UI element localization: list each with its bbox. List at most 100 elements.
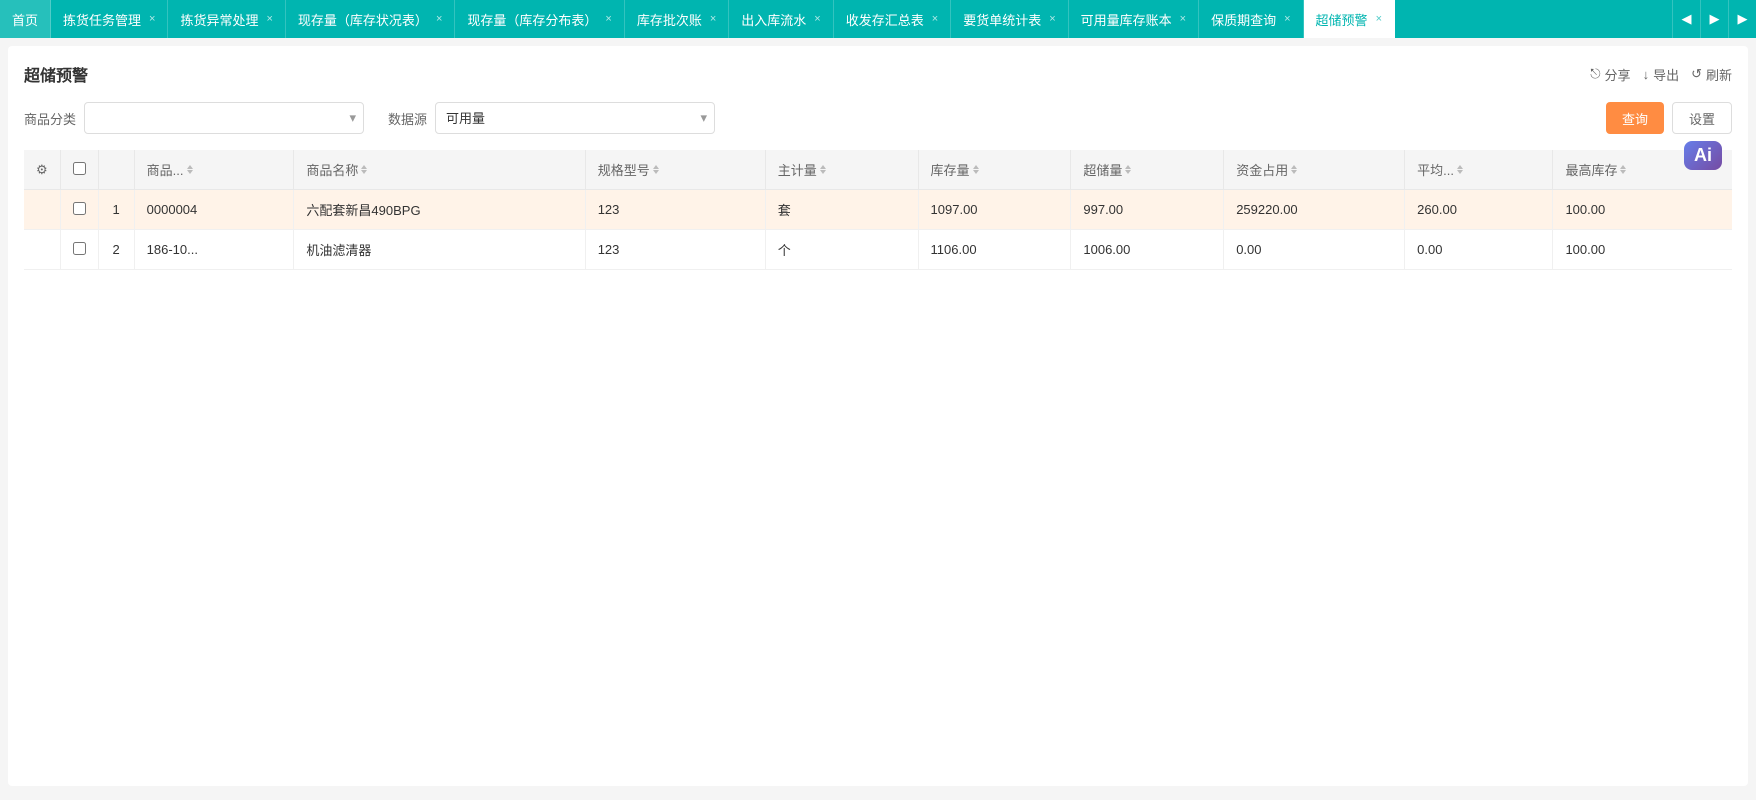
nav-req-stats[interactable]: 要货单统计表 × bbox=[951, 0, 1068, 38]
data-table: ⚙ 商品... 商品名称 bbox=[24, 150, 1732, 270]
nav-inventory-dist-label: 现存量（库存分布表） bbox=[467, 10, 597, 29]
th-capital-label: 资金占用 bbox=[1236, 160, 1288, 179]
spec-sort-icon bbox=[653, 165, 659, 174]
nav-summary[interactable]: 收发存汇总表 × bbox=[834, 0, 951, 38]
row2-checkbox[interactable] bbox=[73, 242, 86, 255]
data-source-select[interactable]: 可用量 库存量 bbox=[435, 102, 715, 134]
row2-checkbox-cell[interactable] bbox=[60, 230, 98, 270]
nav-shelf-life-label: 保质期查询 bbox=[1211, 10, 1276, 29]
nav-batch-account[interactable]: 库存批次账 × bbox=[625, 0, 729, 38]
th-stock-label: 库存量 bbox=[931, 160, 970, 179]
nav-shelf-life-close[interactable]: × bbox=[1284, 13, 1290, 25]
th-product-code-sort[interactable]: 商品... bbox=[147, 160, 193, 179]
nav-task-mgmt-close[interactable]: × bbox=[149, 13, 155, 25]
th-checkbox[interactable] bbox=[60, 150, 98, 190]
main-content: 超储预警 ⎋ 分享 ↓ 导出 ↺ 刷新 商品分类 ▾ bbox=[8, 46, 1748, 786]
product-name-sort-icon bbox=[361, 165, 367, 174]
product-code-sort-icon bbox=[187, 165, 193, 174]
query-button[interactable]: 查询 bbox=[1606, 102, 1664, 134]
th-stock[interactable]: 库存量 bbox=[918, 150, 1071, 190]
row1-checkbox-cell[interactable] bbox=[60, 190, 98, 230]
nav-task-mgmt[interactable]: 拣货任务管理 × bbox=[51, 0, 168, 38]
nav-overstock[interactable]: 超储预警 × bbox=[1304, 0, 1395, 38]
nav-exception[interactable]: 拣货异常处理 × bbox=[168, 0, 285, 38]
th-stock-sort[interactable]: 库存量 bbox=[931, 160, 979, 179]
page-header: 超储预警 ⎋ 分享 ↓ 导出 ↺ 刷新 bbox=[24, 62, 1732, 86]
row1-avg: 260.00 bbox=[1405, 190, 1553, 230]
filter-bar: 商品分类 ▾ 数据源 可用量 库存量 ▾ 查询 设置 bbox=[24, 102, 1732, 134]
nav-home[interactable]: 首页 bbox=[0, 0, 51, 38]
nav-inout-flow-close[interactable]: × bbox=[814, 13, 820, 25]
nav-expand-arrow[interactable]: ▶ bbox=[1728, 0, 1756, 38]
row1-checkbox[interactable] bbox=[73, 202, 86, 215]
th-unit[interactable]: 主计量 bbox=[765, 150, 918, 190]
refresh-button[interactable]: ↺ 刷新 bbox=[1691, 65, 1732, 84]
refresh-icon: ↺ bbox=[1691, 66, 1702, 82]
capital-sort-icon bbox=[1291, 165, 1297, 174]
gear-icon: ⚙ bbox=[36, 162, 48, 177]
nav-exception-close[interactable]: × bbox=[266, 13, 272, 25]
nav-prev-arrow[interactable]: ◀ bbox=[1672, 0, 1700, 38]
th-max-stock-sort[interactable]: 最高库存 bbox=[1565, 160, 1626, 179]
th-spec[interactable]: 规格型号 bbox=[585, 150, 765, 190]
nav-overstock-close[interactable]: × bbox=[1376, 13, 1382, 25]
nav-req-stats-close[interactable]: × bbox=[1049, 13, 1055, 25]
th-overstock-sort[interactable]: 超储量 bbox=[1083, 160, 1131, 179]
th-capital[interactable]: 资金占用 bbox=[1224, 150, 1405, 190]
row1-product-name: 六配套新昌490BPG bbox=[294, 190, 585, 230]
nav-inventory-status[interactable]: 现存量（库存状况表） × bbox=[286, 0, 455, 38]
export-button[interactable]: ↓ 导出 bbox=[1643, 65, 1680, 84]
row2-avg: 0.00 bbox=[1405, 230, 1553, 270]
row2-product-name: 机油滤清器 bbox=[294, 230, 585, 270]
settings-button[interactable]: 设置 bbox=[1672, 102, 1732, 134]
th-unit-sort[interactable]: 主计量 bbox=[778, 160, 826, 179]
row1-max-stock: 100.00 bbox=[1553, 190, 1732, 230]
nav-next-arrow[interactable]: ▶ bbox=[1700, 0, 1728, 38]
th-gear[interactable]: ⚙ bbox=[24, 150, 60, 190]
max-stock-sort-icon bbox=[1620, 165, 1626, 174]
export-label: 导出 bbox=[1653, 65, 1679, 84]
th-avg[interactable]: 平均... bbox=[1405, 150, 1553, 190]
nav-shelf-life[interactable]: 保质期查询 × bbox=[1199, 0, 1303, 38]
th-product-name-sort[interactable]: 商品名称 bbox=[306, 160, 367, 179]
table-header: ⚙ 商品... 商品名称 bbox=[24, 150, 1732, 190]
table-header-row: ⚙ 商品... 商品名称 bbox=[24, 150, 1732, 190]
share-button[interactable]: ⎋ 分享 bbox=[1590, 65, 1630, 84]
ai-badge[interactable]: Ai bbox=[1684, 141, 1722, 170]
table-row: 1 0000004 六配套新昌490BPG 123 套 1097.00 997.… bbox=[24, 190, 1732, 230]
nav-inventory-status-close[interactable]: × bbox=[436, 13, 442, 25]
row2-stock: 1106.00 bbox=[918, 230, 1071, 270]
table-row: 2 186-10... 机油滤清器 123 个 1106.00 1006.00 … bbox=[24, 230, 1732, 270]
row2-overstock: 1006.00 bbox=[1071, 230, 1224, 270]
row2-unit: 个 bbox=[765, 230, 918, 270]
th-product-code[interactable]: 商品... bbox=[134, 150, 294, 190]
th-avg-sort[interactable]: 平均... bbox=[1417, 160, 1463, 179]
nav-summary-close[interactable]: × bbox=[932, 13, 938, 25]
refresh-label: 刷新 bbox=[1706, 65, 1732, 84]
nav-arrows: ◀ ▶ ▶ bbox=[1672, 0, 1756, 38]
nav-task-mgmt-label: 拣货任务管理 bbox=[63, 10, 141, 29]
nav-batch-account-label: 库存批次账 bbox=[637, 10, 702, 29]
product-category-select[interactable] bbox=[84, 102, 364, 134]
th-capital-sort[interactable]: 资金占用 bbox=[1236, 160, 1297, 179]
nav-req-stats-label: 要货单统计表 bbox=[963, 10, 1041, 29]
table-body: 1 0000004 六配套新昌490BPG 123 套 1097.00 997.… bbox=[24, 190, 1732, 270]
share-icon: ⎋ bbox=[1590, 66, 1600, 82]
th-overstock[interactable]: 超储量 bbox=[1071, 150, 1224, 190]
nav-available-account-close[interactable]: × bbox=[1180, 13, 1186, 25]
nav-inventory-dist[interactable]: 现存量（库存分布表） × bbox=[455, 0, 624, 38]
row1-spec: 123 bbox=[585, 190, 765, 230]
data-source-label: 数据源 bbox=[388, 109, 427, 128]
th-overstock-label: 超储量 bbox=[1083, 160, 1122, 179]
avg-sort-icon bbox=[1457, 165, 1463, 174]
row1-num: 1 bbox=[98, 190, 134, 230]
th-product-name[interactable]: 商品名称 bbox=[294, 150, 585, 190]
nav-inout-flow[interactable]: 出入库流水 × bbox=[729, 0, 833, 38]
select-all-checkbox[interactable] bbox=[73, 162, 86, 175]
nav-batch-account-close[interactable]: × bbox=[710, 13, 716, 25]
nav-inventory-dist-close[interactable]: × bbox=[605, 13, 611, 25]
nav-available-account[interactable]: 可用量库存账本 × bbox=[1069, 0, 1199, 38]
th-spec-sort[interactable]: 规格型号 bbox=[598, 160, 659, 179]
overstock-sort-icon bbox=[1125, 165, 1131, 174]
nav-inventory-status-label: 现存量（库存状况表） bbox=[298, 10, 428, 29]
